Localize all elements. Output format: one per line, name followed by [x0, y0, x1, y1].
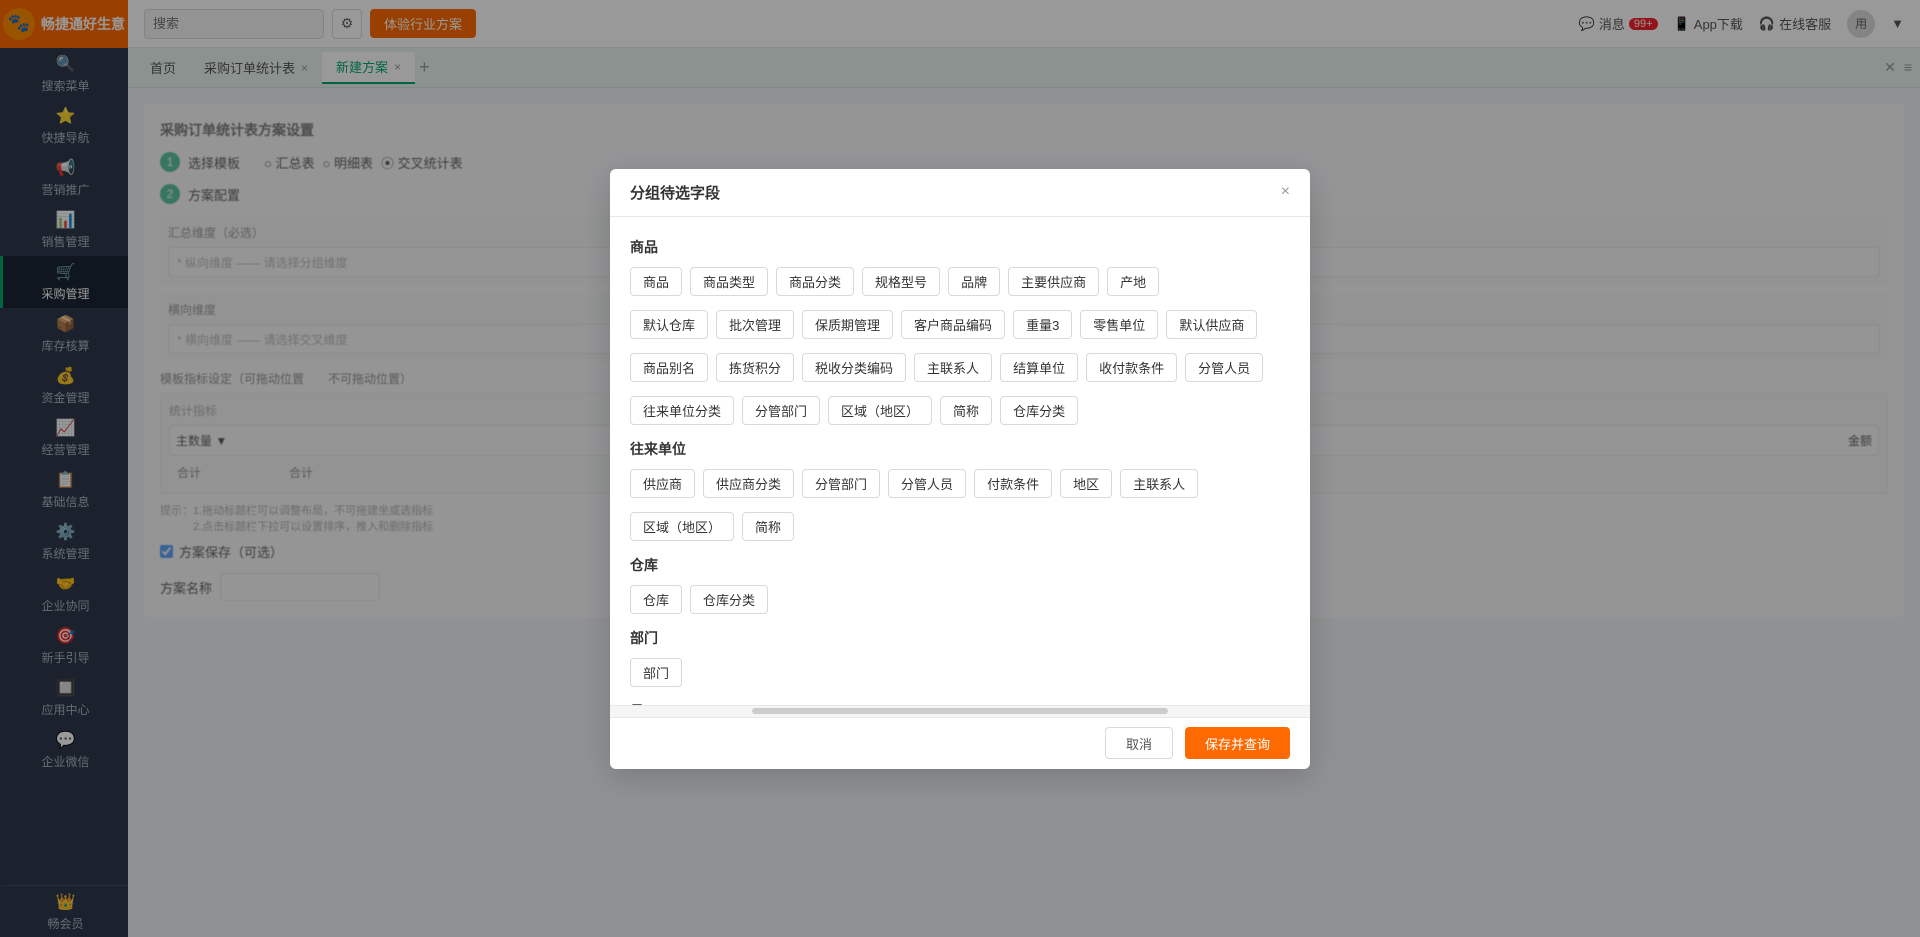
field-tag-goods[interactable]: 商品	[630, 267, 682, 296]
field-tag-payment-terms[interactable]: 收付款条件	[1086, 353, 1177, 382]
confirm-button[interactable]: 保存并查询	[1185, 727, 1290, 759]
dialog-header: 分组待选字段 ×	[610, 169, 1310, 217]
field-tag-warehouse-category[interactable]: 仓库分类	[1000, 396, 1078, 425]
field-tag-goods-alias[interactable]: 商品别名	[630, 353, 708, 382]
field-tag-tax-code[interactable]: 税收分类编码	[802, 353, 906, 382]
field-tag-default-supplier[interactable]: 默认供应商	[1166, 310, 1257, 339]
field-tag-main-contact2[interactable]: 主联系人	[1120, 469, 1198, 498]
field-tag-counterpart-short[interactable]: 简称	[742, 512, 794, 541]
field-tag-main-supplier[interactable]: 主要供应商	[1008, 267, 1099, 296]
field-group-department: 部门	[630, 658, 1290, 687]
hscroll-thumb[interactable]	[752, 708, 1167, 714]
field-tag-payment-cond[interactable]: 付款条件	[974, 469, 1052, 498]
section-title-counterpart: 往来单位	[630, 439, 1290, 459]
field-tag-region[interactable]: 区域（地区）	[828, 396, 932, 425]
field-tag-weight[interactable]: 重量3	[1013, 310, 1072, 339]
field-tag-warehouse[interactable]: 仓库	[630, 585, 682, 614]
field-group-counterpart: 供应商 供应商分类 分管部门 分管人员 付款条件 地区 主联系人	[630, 469, 1290, 498]
field-tag-default-warehouse[interactable]: 默认仓库	[630, 310, 708, 339]
field-tag-retail-unit[interactable]: 零售单位	[1080, 310, 1158, 339]
field-tag-main-contact[interactable]: 主联系人	[914, 353, 992, 382]
field-tag-counterpart-dept[interactable]: 分管部门	[802, 469, 880, 498]
field-tag-supervisor[interactable]: 分管人员	[1185, 353, 1263, 382]
dialog-close-button[interactable]: ×	[1281, 183, 1290, 201]
section-title-department: 部门	[630, 628, 1290, 648]
field-group-goods-4: 往来单位分类 分管部门 区域（地区） 简称 仓库分类	[630, 396, 1290, 425]
field-tag-customer-code[interactable]: 客户商品编码	[901, 310, 1005, 339]
field-tag-dept[interactable]: 分管部门	[742, 396, 820, 425]
field-tag-settlement-unit[interactable]: 结算单位	[1000, 353, 1078, 382]
field-tag-department[interactable]: 部门	[630, 658, 682, 687]
field-group-goods-2: 默认仓库 批次管理 保质期管理 客户商品编码 重量3 零售单位 默认供应商	[630, 310, 1290, 339]
dialog-overlay: 分组待选字段 × 商品 商品 商品类型 商品分类 规格型号 品牌 主要供应商 产…	[0, 0, 1920, 937]
field-tag-batch-mgmt[interactable]: 批次管理	[716, 310, 794, 339]
field-tag-warehouse-cat[interactable]: 仓库分类	[690, 585, 768, 614]
dialog-body: 商品 商品 商品类型 商品分类 规格型号 品牌 主要供应商 产地 默认仓库 批次…	[610, 217, 1310, 705]
field-group-counterpart-2: 区域（地区） 简称	[630, 512, 1290, 541]
field-tag-shelf-life[interactable]: 保质期管理	[802, 310, 893, 339]
field-tag-origin[interactable]: 产地	[1107, 267, 1159, 296]
section-title-goods: 商品	[630, 237, 1290, 257]
section-title-warehouse: 仓库	[630, 555, 1290, 575]
field-tag-counterpart-supervisor[interactable]: 分管人员	[888, 469, 966, 498]
field-tag-pick-points[interactable]: 拣货积分	[716, 353, 794, 382]
field-tag-spec-model[interactable]: 规格型号	[862, 267, 940, 296]
dialog-footer: 取消 保存并查询	[610, 717, 1310, 769]
field-tag-counterpart-region[interactable]: 区域（地区）	[630, 512, 734, 541]
field-group-goods-3: 商品别名 拣货积分 税收分类编码 主联系人 结算单位 收付款条件 分管人员	[630, 353, 1290, 382]
field-tag-goods-category[interactable]: 商品分类	[776, 267, 854, 296]
cancel-button[interactable]: 取消	[1105, 727, 1173, 759]
field-group-warehouse: 仓库 仓库分类	[630, 585, 1290, 614]
field-tag-goods-type[interactable]: 商品类型	[690, 267, 768, 296]
field-group-goods: 商品 商品类型 商品分类 规格型号 品牌 主要供应商 产地	[630, 267, 1290, 296]
field-tag-short-name[interactable]: 简称	[940, 396, 992, 425]
field-tag-supplier[interactable]: 供应商	[630, 469, 695, 498]
field-tag-brand[interactable]: 品牌	[948, 267, 1000, 296]
field-tag-supplier-category[interactable]: 供应商分类	[703, 469, 794, 498]
dialog: 分组待选字段 × 商品 商品 商品类型 商品分类 规格型号 品牌 主要供应商 产…	[610, 169, 1310, 769]
field-tag-counterpart-category[interactable]: 往来单位分类	[630, 396, 734, 425]
dialog-hscroll[interactable]	[610, 705, 1310, 717]
field-tag-area[interactable]: 地区	[1060, 469, 1112, 498]
dialog-title: 分组待选字段	[630, 182, 720, 203]
